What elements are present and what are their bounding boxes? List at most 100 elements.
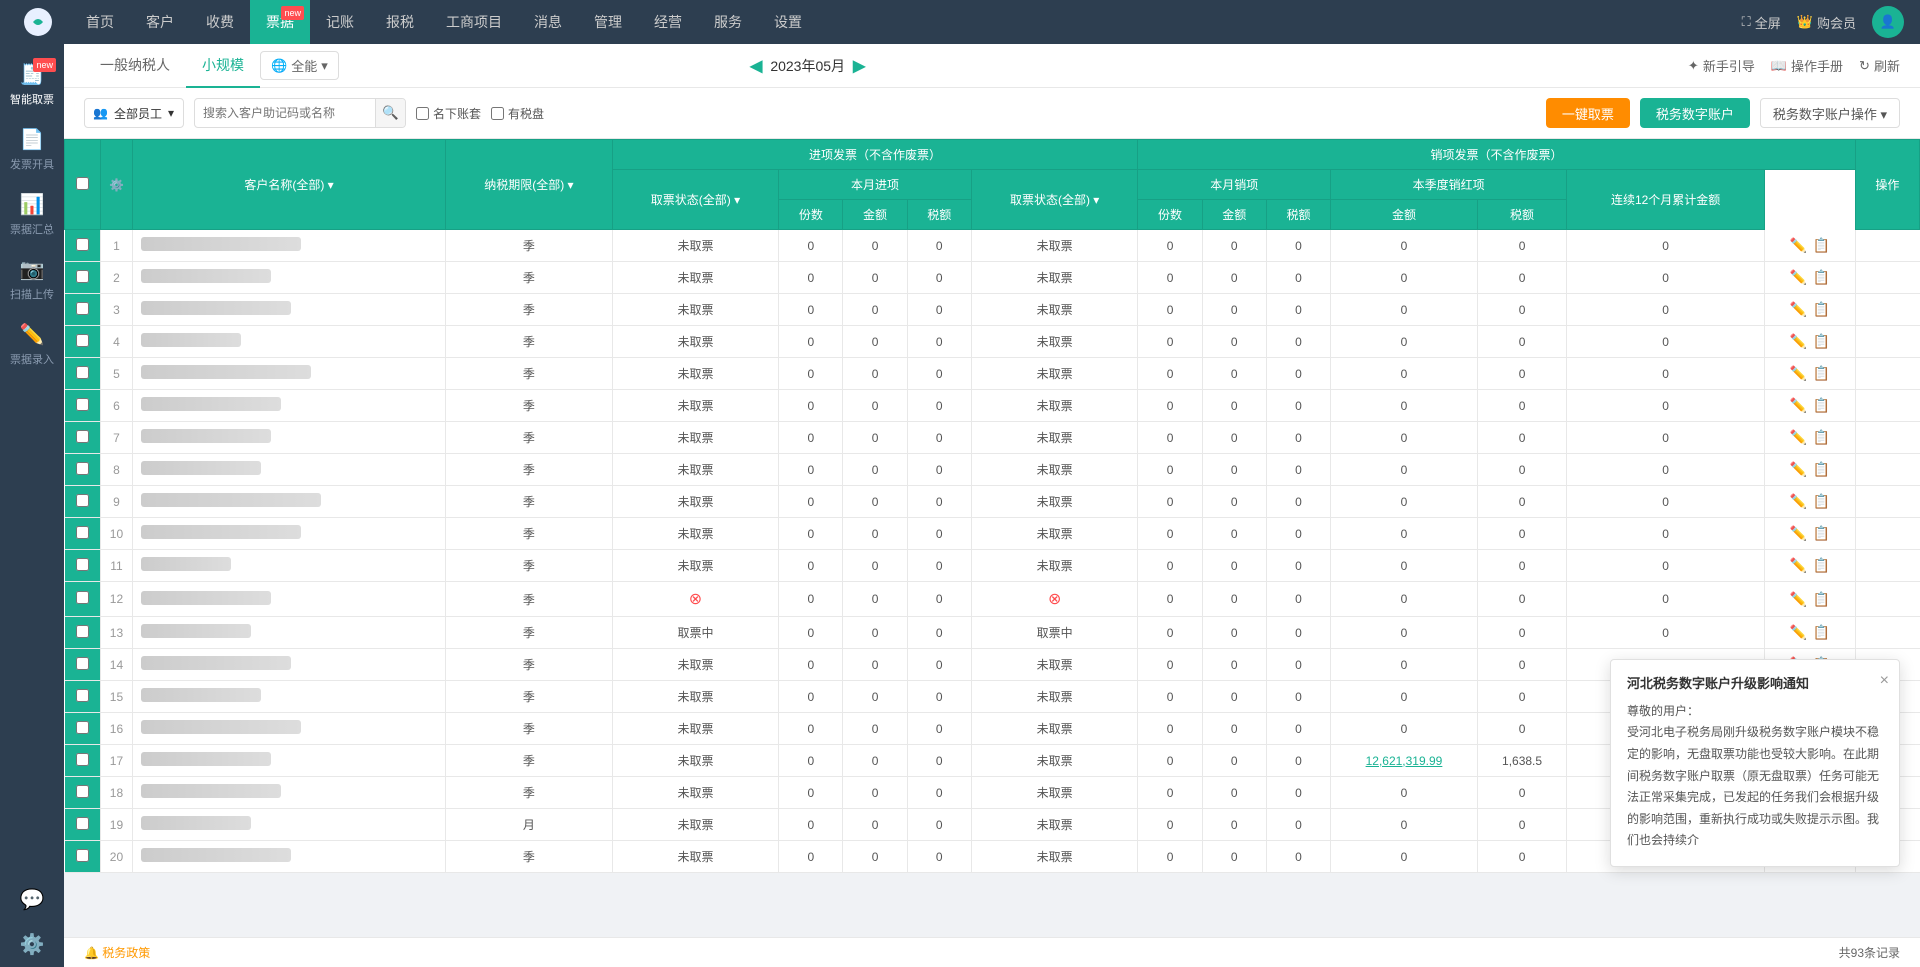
nav-item-bookkeeping[interactable]: 记账: [310, 0, 370, 44]
copy-icon[interactable]: 📋: [1813, 591, 1830, 608]
toolbar-right: 一键取票 税务数字账户 税务数字账户操作 ▾: [1546, 98, 1900, 128]
row-checkbox[interactable]: [76, 625, 89, 638]
row-checkbox[interactable]: [76, 591, 89, 604]
prev-month-btn[interactable]: ◀: [750, 56, 762, 76]
select-all-checkbox[interactable]: [76, 177, 89, 190]
nav-item-settings[interactable]: 设置: [758, 0, 818, 44]
sidebar-item-invoice-issue[interactable]: 📄 发票开具: [0, 117, 64, 182]
row-checkbox[interactable]: [76, 721, 89, 734]
row-number: 18: [110, 786, 123, 800]
user-avatar[interactable]: 👤: [1872, 6, 1904, 38]
row-checkbox[interactable]: [76, 430, 89, 443]
sidebar-item-chat[interactable]: 💬: [0, 877, 64, 922]
edit-icon[interactable]: ✏️: [1789, 493, 1806, 510]
period-cell: 季: [446, 713, 613, 745]
checkbox-tax-disk-input[interactable]: [491, 107, 504, 120]
digital-account-op-btn[interactable]: 税务数字账户操作 ▾: [1760, 98, 1900, 128]
row-checkbox[interactable]: [76, 398, 89, 411]
copy-icon[interactable]: 📋: [1813, 365, 1830, 382]
sidebar-item-settings[interactable]: ⚙️: [0, 922, 64, 967]
vip-btn[interactable]: 👑 购会员: [1797, 13, 1856, 32]
copy-icon[interactable]: 📋: [1813, 461, 1830, 478]
notification-close-btn[interactable]: ×: [1880, 668, 1889, 694]
nav-item-tax[interactable]: 报税: [370, 0, 430, 44]
edit-icon[interactable]: ✏️: [1789, 429, 1806, 446]
action-cell: ✏️ 📋: [1765, 550, 1856, 582]
copy-icon[interactable]: 📋: [1813, 237, 1830, 254]
nav-item-invoice[interactable]: 票据 new: [250, 0, 310, 44]
tab-all[interactable]: 🌐 全能 ▾: [260, 51, 339, 80]
digital-account-btn[interactable]: 税务数字账户: [1640, 98, 1750, 128]
copy-icon[interactable]: 📋: [1813, 333, 1830, 350]
red-amount-value[interactable]: 12,621,319.99: [1366, 754, 1443, 768]
checkbox-tax-disk[interactable]: 有税盘: [491, 105, 544, 122]
row-checkbox[interactable]: [76, 689, 89, 702]
copy-icon[interactable]: 📋: [1813, 525, 1830, 542]
sidebar-item-invoice-entry[interactable]: ✏️ 票据录入: [0, 312, 64, 377]
tab-general-taxpayer[interactable]: 一般纳税人: [84, 44, 186, 88]
count12-value: 0: [1662, 463, 1669, 477]
next-month-btn[interactable]: ▶: [853, 56, 865, 76]
nav-item-home[interactable]: 首页: [70, 0, 130, 44]
logo[interactable]: [16, 0, 60, 44]
row-checkbox[interactable]: [76, 785, 89, 798]
checkbox-sub-account[interactable]: 名下账套: [416, 105, 481, 122]
nav-item-fee[interactable]: 收费: [190, 0, 250, 44]
search-button[interactable]: 🔍: [375, 98, 405, 128]
row-checkbox[interactable]: [76, 849, 89, 862]
checkbox-sub-account-input[interactable]: [416, 107, 429, 120]
sidebar-item-scan-upload[interactable]: 📷 扫描上传: [0, 247, 64, 312]
nav-item-operation[interactable]: 经营: [638, 0, 698, 44]
copy-icon[interactable]: 📋: [1813, 557, 1830, 574]
row-checkbox[interactable]: [76, 657, 89, 670]
edit-icon[interactable]: ✏️: [1789, 461, 1806, 478]
copy-icon[interactable]: 📋: [1813, 397, 1830, 414]
refresh-btn[interactable]: ↻ 刷新: [1859, 56, 1900, 75]
row-checkbox[interactable]: [76, 817, 89, 830]
notification-popup: 河北税务数字账户升级影响通知 × 尊敬的用户： 受河北电子税务局刚升级税务数字账…: [1610, 659, 1900, 867]
employee-select[interactable]: 👥 全部员工 ▾: [84, 98, 184, 128]
edit-icon[interactable]: ✏️: [1789, 624, 1806, 641]
copy-icon[interactable]: 📋: [1813, 624, 1830, 641]
tax-in-cell: 0: [907, 454, 971, 486]
tab-small-scale[interactable]: 小规模: [186, 44, 260, 88]
sidebar-item-smart-invoice[interactable]: new 🧾 智能取票: [0, 52, 64, 117]
row-checkbox[interactable]: [76, 302, 89, 315]
edit-icon[interactable]: ✏️: [1789, 557, 1806, 574]
copy-icon[interactable]: 📋: [1813, 269, 1830, 286]
nav-item-service[interactable]: 服务: [698, 0, 758, 44]
copy-icon[interactable]: 📋: [1813, 493, 1830, 510]
edit-icon[interactable]: ✏️: [1789, 333, 1806, 350]
copy-icon[interactable]: 📋: [1813, 301, 1830, 318]
edit-icon[interactable]: ✏️: [1789, 237, 1806, 254]
tax-policy-link[interactable]: 🔔 税务政策: [84, 944, 150, 961]
fullscreen-btn[interactable]: ⛶ 全屏: [1742, 13, 1781, 32]
edit-icon[interactable]: ✏️: [1789, 591, 1806, 608]
row-checkbox[interactable]: [76, 462, 89, 475]
row-number: 19: [110, 818, 123, 832]
copy-icon[interactable]: 📋: [1813, 429, 1830, 446]
edit-icon[interactable]: ✏️: [1789, 365, 1806, 382]
nav-item-business[interactable]: 工商项目: [430, 0, 518, 44]
row-checkbox[interactable]: [76, 334, 89, 347]
one-click-fetch-btn[interactable]: 一键取票: [1546, 98, 1630, 128]
sidebar-item-invoice-summary[interactable]: 📊 票据汇总: [0, 182, 64, 247]
row-checkbox[interactable]: [76, 238, 89, 251]
search-input[interactable]: [195, 106, 375, 120]
manual-btn[interactable]: 📖 操作手册: [1771, 56, 1843, 75]
nav-item-manage[interactable]: 管理: [578, 0, 638, 44]
row-checkbox[interactable]: [76, 366, 89, 379]
edit-icon[interactable]: ✏️: [1789, 525, 1806, 542]
row-checkbox[interactable]: [76, 494, 89, 507]
edit-icon[interactable]: ✏️: [1789, 301, 1806, 318]
row-checkbox[interactable]: [76, 526, 89, 539]
row-checkbox[interactable]: [76, 753, 89, 766]
edit-icon[interactable]: ✏️: [1789, 269, 1806, 286]
edit-icon[interactable]: ✏️: [1789, 397, 1806, 414]
nav-item-message[interactable]: 消息: [518, 0, 578, 44]
red-amount-value: 0: [1401, 592, 1408, 606]
nav-item-customer[interactable]: 客户: [130, 0, 190, 44]
guide-btn[interactable]: ✦ 新手引导: [1688, 56, 1755, 75]
row-checkbox[interactable]: [76, 270, 89, 283]
row-checkbox[interactable]: [76, 558, 89, 571]
